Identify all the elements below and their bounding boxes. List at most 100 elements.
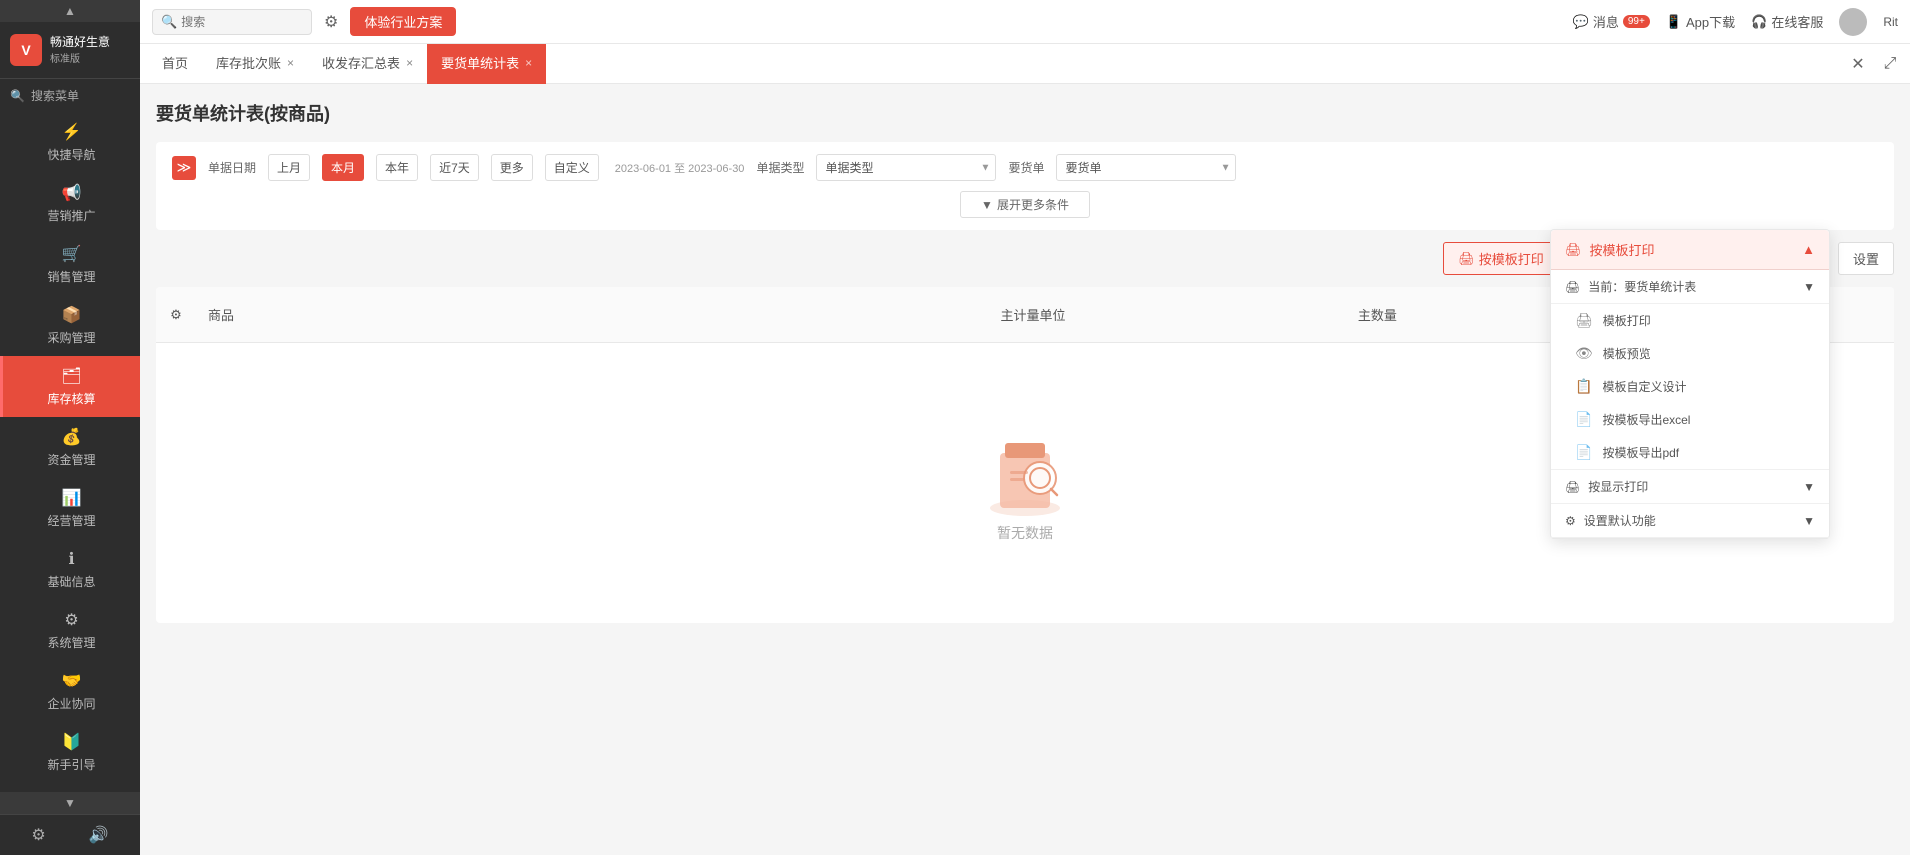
tab-home-label: 首页	[162, 53, 188, 72]
tab-receive-summary[interactable]: 收发存汇总表 ×	[308, 44, 427, 84]
operations-icon: 📊	[62, 488, 82, 508]
cooperation-icon: 🤝	[62, 671, 82, 691]
template-preview-icon: 👁	[1575, 345, 1593, 362]
dropdown-items-section: 🖨 模板打印 👁 模板预览 📋 模板自定义设计 📄 按模板导出excel 📄	[1551, 304, 1829, 470]
online-service-btn[interactable]: 🎧 在线客服	[1751, 12, 1823, 31]
dropdown-current-header[interactable]: 🖨 当前：要货单统计表 ▼	[1551, 270, 1829, 303]
th-settings[interactable]: ⚙	[156, 299, 196, 331]
doc-type-select[interactable]: 单据类型	[816, 154, 996, 181]
order-customer-select[interactable]: 要货单	[1056, 154, 1236, 181]
dropdown-default-function-header[interactable]: ⚙ 设置默认功能 ▼	[1551, 504, 1829, 537]
filter-expand-btn[interactable]: ≫	[172, 156, 196, 180]
dropdown-item-template-preview[interactable]: 👁 模板预览	[1551, 337, 1829, 370]
username: Rit	[1883, 15, 1898, 29]
sidebar-item-label: 经营管理	[47, 512, 95, 529]
inventory-icon: 🗂	[61, 366, 81, 386]
sidebar-item-inventory[interactable]: 🗂 库存核算	[0, 356, 140, 417]
sidebar-logo: V 畅通好生意 标准版	[0, 22, 140, 79]
printer-icon: 🖨	[1458, 251, 1475, 267]
sidebar-item-guide[interactable]: 🔰 新手引导	[0, 722, 140, 783]
industry-btn[interactable]: 体验行业方案	[350, 7, 456, 36]
date-btn-current-month[interactable]: 本月	[322, 154, 364, 181]
app-badge: 标准版	[50, 50, 110, 65]
sidebar-item-label: 销售管理	[47, 268, 95, 285]
sidebar-scroll-down[interactable]: ▼	[0, 792, 140, 814]
topbar-right: 💬 消息 99+ 📱 App下载 🎧 在线客服 Rit	[1573, 8, 1898, 36]
avatar[interactable]	[1839, 8, 1867, 36]
sidebar-item-finance[interactable]: 💰 资金管理	[0, 417, 140, 478]
dropdown-item-export-pdf[interactable]: 📄 按模板导出pdf	[1551, 436, 1829, 469]
tabbar-actions: ✕ ⤢	[1846, 52, 1902, 76]
sidebar-item-apps[interactable]: 🔲 应用中心	[0, 783, 140, 792]
messages-badge: 99+	[1623, 15, 1650, 28]
export-pdf-label: 按模板导出pdf	[1602, 444, 1679, 461]
messages-btn[interactable]: 💬 消息 99+	[1573, 12, 1650, 31]
topbar-gear-icon[interactable]: ⚙	[320, 8, 342, 36]
expand-more-section: ▼ 展开更多条件	[172, 191, 1878, 218]
sidebar-scroll-up[interactable]: ▲	[0, 0, 140, 22]
topbar-search-input[interactable]	[181, 15, 281, 29]
doc-type-select-wrapper: 单据类型	[816, 154, 996, 181]
tab-order-stats-close[interactable]: ×	[525, 56, 532, 70]
tabbar-close-all-btn[interactable]: ✕	[1846, 52, 1870, 76]
dropdown-title: 按模板打印	[1590, 240, 1655, 259]
sidebar-item-sales[interactable]: 🛒 销售管理	[0, 234, 140, 295]
th-product: 商品	[196, 297, 861, 332]
sidebar-item-marketing[interactable]: 📢 营销推广	[0, 173, 140, 234]
dropdown-item-template-print[interactable]: 🖨 模板打印	[1551, 304, 1829, 337]
tab-order-stats[interactable]: 要货单统计表 ×	[427, 44, 546, 84]
date-btn-custom[interactable]: 自定义	[545, 154, 599, 181]
default-function-arrow: ▼	[1803, 514, 1815, 528]
logo-text-group: 畅通好生意 标准版	[50, 35, 110, 66]
dropdown-display-print-header[interactable]: 🖨 按显示打印 ▼	[1551, 470, 1829, 503]
sidebar-settings-btn[interactable]: ⚙	[31, 825, 45, 845]
message-icon: 💬	[1573, 14, 1589, 30]
export-excel-label: 按模板导出excel	[1602, 411, 1690, 428]
page-title: 要货单统计表(按商品)	[156, 100, 1894, 126]
tab-inventory-batch[interactable]: 库存批次账 ×	[202, 44, 308, 84]
template-print-icon: 🖨	[1575, 312, 1593, 329]
sidebar-search[interactable]: 🔍 搜索菜单	[0, 79, 140, 112]
sidebar: ▲ V 畅通好生意 标准版 🔍 搜索菜单 ⚡ 快捷导航 📢 营销推广 🛒 销售管…	[0, 0, 140, 855]
sidebar-search-label: 搜索菜单	[31, 87, 79, 104]
dropdown-current-section: 🖨 当前：要货单统计表 ▼	[1551, 270, 1829, 304]
sidebar-item-cooperation[interactable]: 🤝 企业协同	[0, 661, 140, 722]
dropdown-collapse-btn[interactable]: ▲	[1802, 242, 1815, 257]
date-btn-current-year[interactable]: 本年	[376, 154, 418, 181]
topbar-search-icon: 🔍	[161, 14, 177, 30]
dropdown-item-template-design[interactable]: 📋 模板自定义设计	[1551, 370, 1829, 403]
tabbar-expand-btn[interactable]: ⤢	[1878, 52, 1902, 76]
sidebar-item-label: 采购管理	[47, 329, 95, 346]
settings-btn[interactable]: 设置	[1838, 242, 1894, 275]
sidebar-item-label: 系统管理	[47, 634, 95, 651]
dropdown-printer-icon: 🖨	[1565, 242, 1582, 258]
dropdown-item-export-excel[interactable]: 📄 按模板导出excel	[1551, 403, 1829, 436]
sidebar-item-system[interactable]: ⚙ 系统管理	[0, 600, 140, 661]
main-content: 🔍 ⚙ 体验行业方案 💬 消息 99+ 📱 App下载 🎧 在线客服 Rit	[140, 0, 1910, 855]
sidebar-item-label: 库存核算	[47, 390, 95, 407]
expand-more-btn[interactable]: ▼ 展开更多条件	[960, 191, 1090, 218]
print-template-label: 按模板打印	[1479, 249, 1544, 268]
system-icon: ⚙	[64, 610, 78, 630]
app-download-btn[interactable]: 📱 App下载	[1666, 12, 1735, 31]
sidebar-item-purchase[interactable]: 📦 采购管理	[0, 295, 140, 356]
display-print-icon: 🖨	[1565, 480, 1580, 494]
date-btn-last-7-days[interactable]: 近7天	[430, 154, 479, 181]
sidebar-item-basic[interactable]: ℹ 基础信息	[0, 539, 140, 600]
topbar: 🔍 ⚙ 体验行业方案 💬 消息 99+ 📱 App下载 🎧 在线客服 Rit	[140, 0, 1910, 44]
sidebar-bottom: ⚙ 🔊	[0, 814, 140, 855]
order-customer-select-wrapper: 要货单	[1056, 154, 1236, 181]
date-btn-prev-month[interactable]: 上月	[268, 154, 310, 181]
tab-inventory-batch-close[interactable]: ×	[287, 56, 294, 70]
finance-icon: 💰	[62, 427, 82, 447]
topbar-search-box[interactable]: 🔍	[152, 9, 312, 35]
tabbar: 首页 库存批次账 × 收发存汇总表 × 要货单统计表 × ✕ ⤢	[140, 44, 1910, 84]
sidebar-item-quick-nav[interactable]: ⚡ 快捷导航	[0, 112, 140, 173]
dropdown-default-function-section: ⚙ 设置默认功能 ▼	[1551, 504, 1829, 538]
date-btn-more[interactable]: 更多	[491, 154, 533, 181]
current-section-icon: 🖨	[1565, 280, 1580, 294]
sidebar-item-operations[interactable]: 📊 经营管理	[0, 478, 140, 539]
tab-receive-summary-close[interactable]: ×	[406, 56, 413, 70]
tab-home[interactable]: 首页	[148, 44, 202, 84]
sidebar-speaker-btn[interactable]: 🔊	[89, 825, 109, 845]
